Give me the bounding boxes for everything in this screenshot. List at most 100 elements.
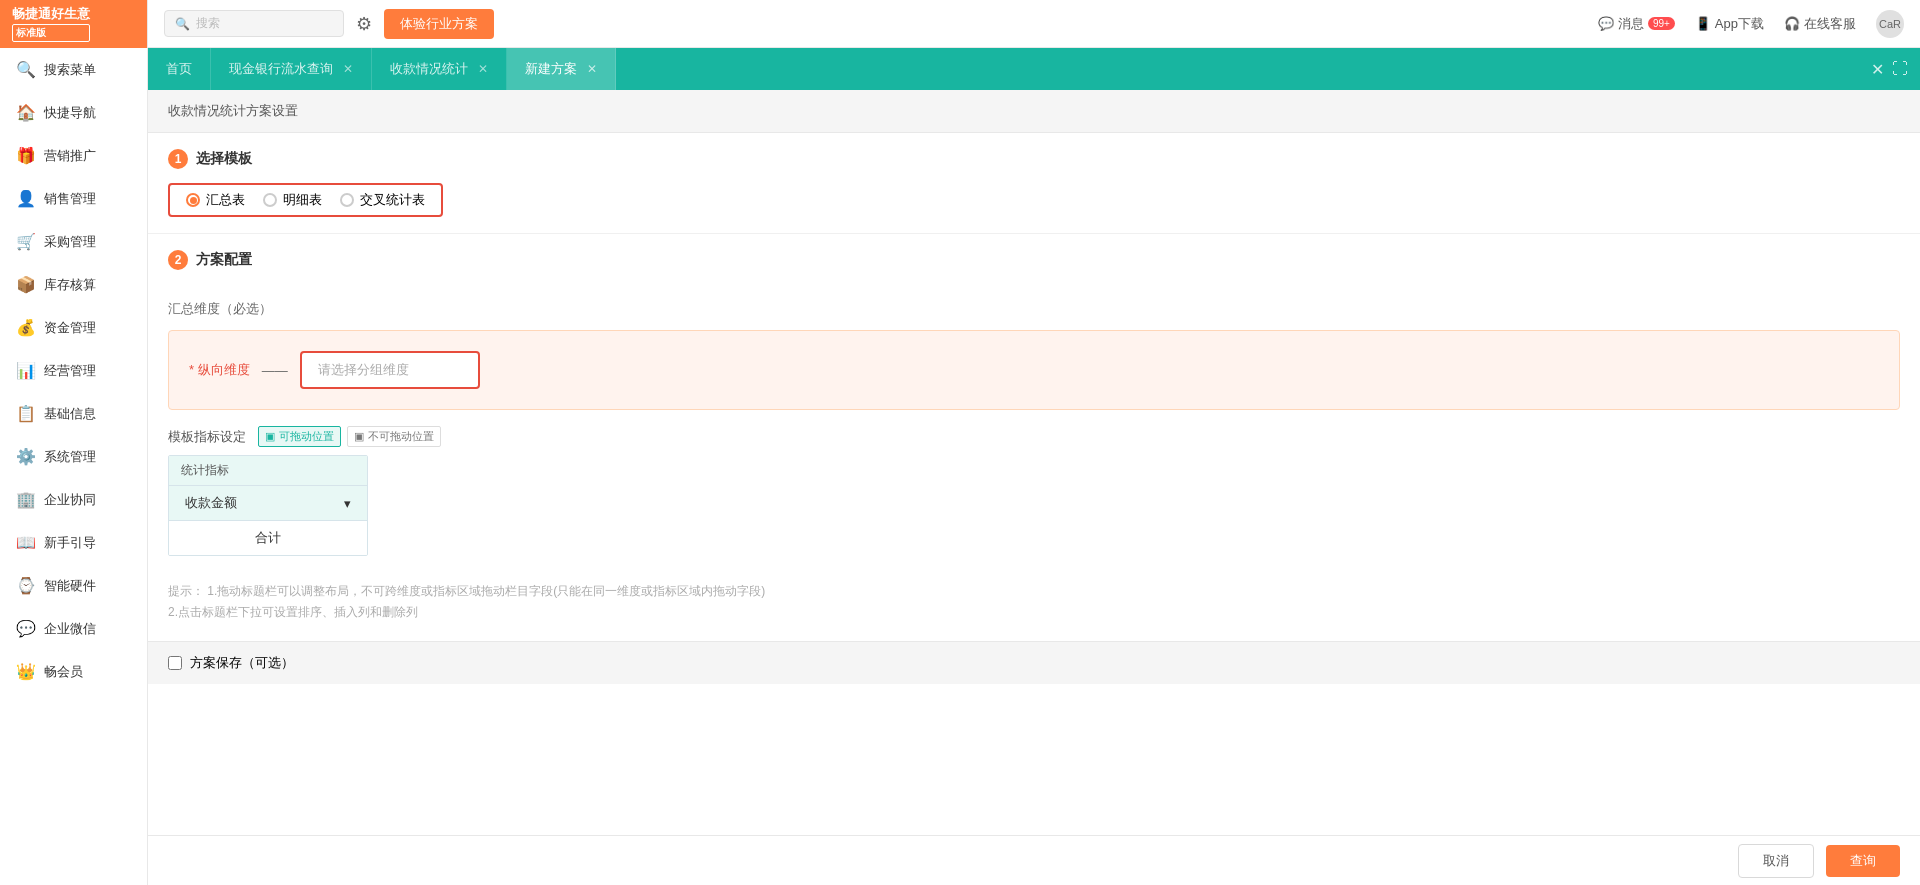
- save-section: 方案保存（可选）: [148, 641, 1920, 684]
- message-item[interactable]: 💬 消息 99+: [1598, 15, 1675, 33]
- sidebar-item-label: 搜索菜单: [44, 61, 96, 79]
- vertical-dimension-label: * 纵向维度: [189, 361, 250, 379]
- sidebar-item-label: 基础信息: [44, 405, 96, 423]
- sidebar-item-search-menu[interactable]: 🔍搜索菜单: [0, 48, 147, 91]
- search-bar[interactable]: 🔍 搜索: [164, 10, 344, 37]
- save-checkbox[interactable]: [168, 656, 182, 670]
- query-button[interactable]: 查询: [1826, 845, 1900, 877]
- radio-circle-summary: [186, 193, 200, 207]
- non-draggable-hint-box: ▣ 不可拖动位置: [347, 426, 441, 447]
- step1-section: 1 选择模板 汇总表 明细表 交叉统计表: [148, 133, 1920, 233]
- tab-home[interactable]: 首页: [148, 48, 211, 90]
- dimension-arrow: ——: [262, 363, 288, 378]
- topbar: 🔍 搜索 ⚙ 体验行业方案 💬 消息 99+ 📱 App下载 🎧 在线客服 Ca…: [148, 0, 1920, 48]
- tab-label: 新建方案: [525, 60, 577, 78]
- sidebar-item-purchase[interactable]: 🛒采购管理: [0, 220, 147, 263]
- sidebar-item-sales[interactable]: 👤销售管理: [0, 177, 147, 220]
- indicator-header: 模板指标设定 ▣ 可拖动位置 ▣ 不可拖动位置: [168, 426, 1900, 447]
- dimension-select-placeholder: 请选择分组维度: [318, 362, 409, 377]
- radio-label-detail: 明细表: [283, 191, 322, 209]
- page-header: 收款情况统计方案设置: [148, 90, 1920, 133]
- sidebar-item-label: 库存核算: [44, 276, 96, 294]
- sidebar-item-new-guide[interactable]: 📖 新手引导: [0, 521, 147, 564]
- sidebar: 畅捷通好生意 标准版 🔍搜索菜单🏠快捷导航🎁营销推广👤销售管理🛒采购管理📦库存核…: [0, 0, 148, 885]
- system-icon: ⚙️: [16, 447, 36, 466]
- sidebar-item-label: 系统管理: [44, 448, 96, 466]
- sidebar-item-marketing[interactable]: 🎁营销推广: [0, 134, 147, 177]
- sidebar-item-label: 经营管理: [44, 362, 96, 380]
- gear-icon[interactable]: ⚙: [356, 13, 372, 35]
- sidebar-item-label: 资金管理: [44, 319, 96, 337]
- tips-section: 提示： 1.拖动标题栏可以调整布局，不可跨维度或指标区域拖动栏目字段(只能在同一…: [148, 575, 1920, 641]
- radio-cross[interactable]: 交叉统计表: [340, 191, 425, 209]
- logo: 畅捷通好生意 标准版: [0, 0, 147, 48]
- sidebar-item-label: 新手引导: [44, 534, 96, 552]
- radio-detail[interactable]: 明细表: [263, 191, 322, 209]
- sidebar-item-label: 销售管理: [44, 190, 96, 208]
- tab-new-plan[interactable]: 新建方案 ✕: [507, 48, 616, 90]
- dimension-label: 汇总维度（必选）: [168, 300, 1900, 318]
- draggable-indicator: ▣: [265, 430, 275, 443]
- close-window-icon[interactable]: ✕: [1871, 60, 1884, 79]
- service-icon: 🎧: [1784, 16, 1800, 31]
- indicator-cell[interactable]: 收款金额 ▾: [169, 486, 367, 521]
- radio-label-cross: 交叉统计表: [360, 191, 425, 209]
- cancel-button[interactable]: 取消: [1738, 844, 1814, 878]
- sidebar-item-quick-nav[interactable]: 🏠快捷导航: [0, 91, 147, 134]
- dimension-area: * 纵向维度 —— 请选择分组维度: [168, 330, 1900, 410]
- sidebar-item-inventory[interactable]: 📦库存核算: [0, 263, 147, 306]
- step2-number: 2: [168, 250, 188, 270]
- radio-circle-cross: [340, 193, 354, 207]
- footer: 取消 查询: [148, 835, 1920, 885]
- sidebar-item-enterprise-collab[interactable]: 🏢企业协同: [0, 478, 147, 521]
- sidebar-item-label: 畅会员: [44, 663, 83, 681]
- online-service-item[interactable]: 🎧 在线客服: [1784, 15, 1856, 33]
- dimension-select[interactable]: 请选择分组维度: [300, 351, 480, 389]
- indicator-settings-label: 模板指标设定: [168, 428, 246, 446]
- purchase-icon: 🛒: [16, 232, 36, 251]
- sidebar-item-label: 营销推广: [44, 147, 96, 165]
- topbar-right: 💬 消息 99+ 📱 App下载 🎧 在线客服 CaR: [1598, 10, 1904, 38]
- tab-close-icon[interactable]: ✕: [343, 62, 353, 76]
- app-download-item[interactable]: 📱 App下载: [1695, 15, 1764, 33]
- radio-summary[interactable]: 汇总表: [186, 191, 245, 209]
- tab-close-icon[interactable]: ✕: [478, 62, 488, 76]
- tab-label: 现金银行流水查询: [229, 60, 333, 78]
- message-badge: 99+: [1648, 17, 1675, 30]
- sidebar-item-basic-info[interactable]: 📋 基础信息: [0, 392, 147, 435]
- sidebar-item-operations[interactable]: 📊经营管理: [0, 349, 147, 392]
- sidebar-item-smart-hardware[interactable]: ⌚智能硬件: [0, 564, 147, 607]
- enterprise-collab-icon: 🏢: [16, 490, 36, 509]
- basic-info-icon: 📋: [16, 404, 36, 423]
- online-service-label: 在线客服: [1804, 15, 1856, 33]
- tab-payment-stats[interactable]: 收款情况统计 ✕: [372, 48, 507, 90]
- app-icon: 📱: [1695, 16, 1711, 31]
- message-label: 消息: [1618, 15, 1644, 33]
- dropdown-icon[interactable]: ▾: [344, 496, 351, 511]
- step1-header: 1 选择模板: [168, 149, 1900, 169]
- indicator-section: 模板指标设定 ▣ 可拖动位置 ▣ 不可拖动位置: [168, 426, 1900, 559]
- maximize-icon[interactable]: ⛶: [1892, 60, 1908, 78]
- message-icon: 💬: [1598, 16, 1614, 31]
- sidebar-item-enterprise-wechat[interactable]: 💬企业微信: [0, 607, 147, 650]
- logo-badge: 标准版: [12, 24, 90, 42]
- sidebar-item-system[interactable]: ⚙️ 系统管理: [0, 435, 147, 478]
- step2-header: 2 方案配置: [168, 250, 1900, 270]
- draggable-hint: ▣ 可拖动位置 ▣ 不可拖动位置: [258, 426, 441, 447]
- step1-number: 1: [168, 149, 188, 169]
- trial-industry-button[interactable]: 体验行业方案: [384, 9, 494, 39]
- user-avatar[interactable]: CaR: [1876, 10, 1904, 38]
- content-inner: 收款情况统计方案设置 1 选择模板 汇总表 明细表 交叉统计表: [148, 90, 1920, 835]
- tab-bank-flow[interactable]: 现金银行流水查询 ✕: [211, 48, 372, 90]
- tab-label: 收款情况统计: [390, 60, 468, 78]
- radio-label-summary: 汇总表: [206, 191, 245, 209]
- member-icon: 👑: [16, 662, 36, 681]
- sidebar-item-member[interactable]: 👑 畅会员: [0, 650, 147, 693]
- sidebar-item-finance[interactable]: 💰资金管理: [0, 306, 147, 349]
- new-guide-icon: 📖: [16, 533, 36, 552]
- tabbar: 首页现金银行流水查询 ✕ 收款情况统计 ✕ 新建方案 ✕ ✕ ⛶: [148, 48, 1920, 90]
- tab-close-icon[interactable]: ✕: [587, 62, 597, 76]
- breadcrumb: 收款情况统计方案设置: [168, 103, 298, 118]
- draggable-hint-text: 可拖动位置: [279, 429, 334, 444]
- non-draggable-indicator: ▣: [354, 430, 364, 443]
